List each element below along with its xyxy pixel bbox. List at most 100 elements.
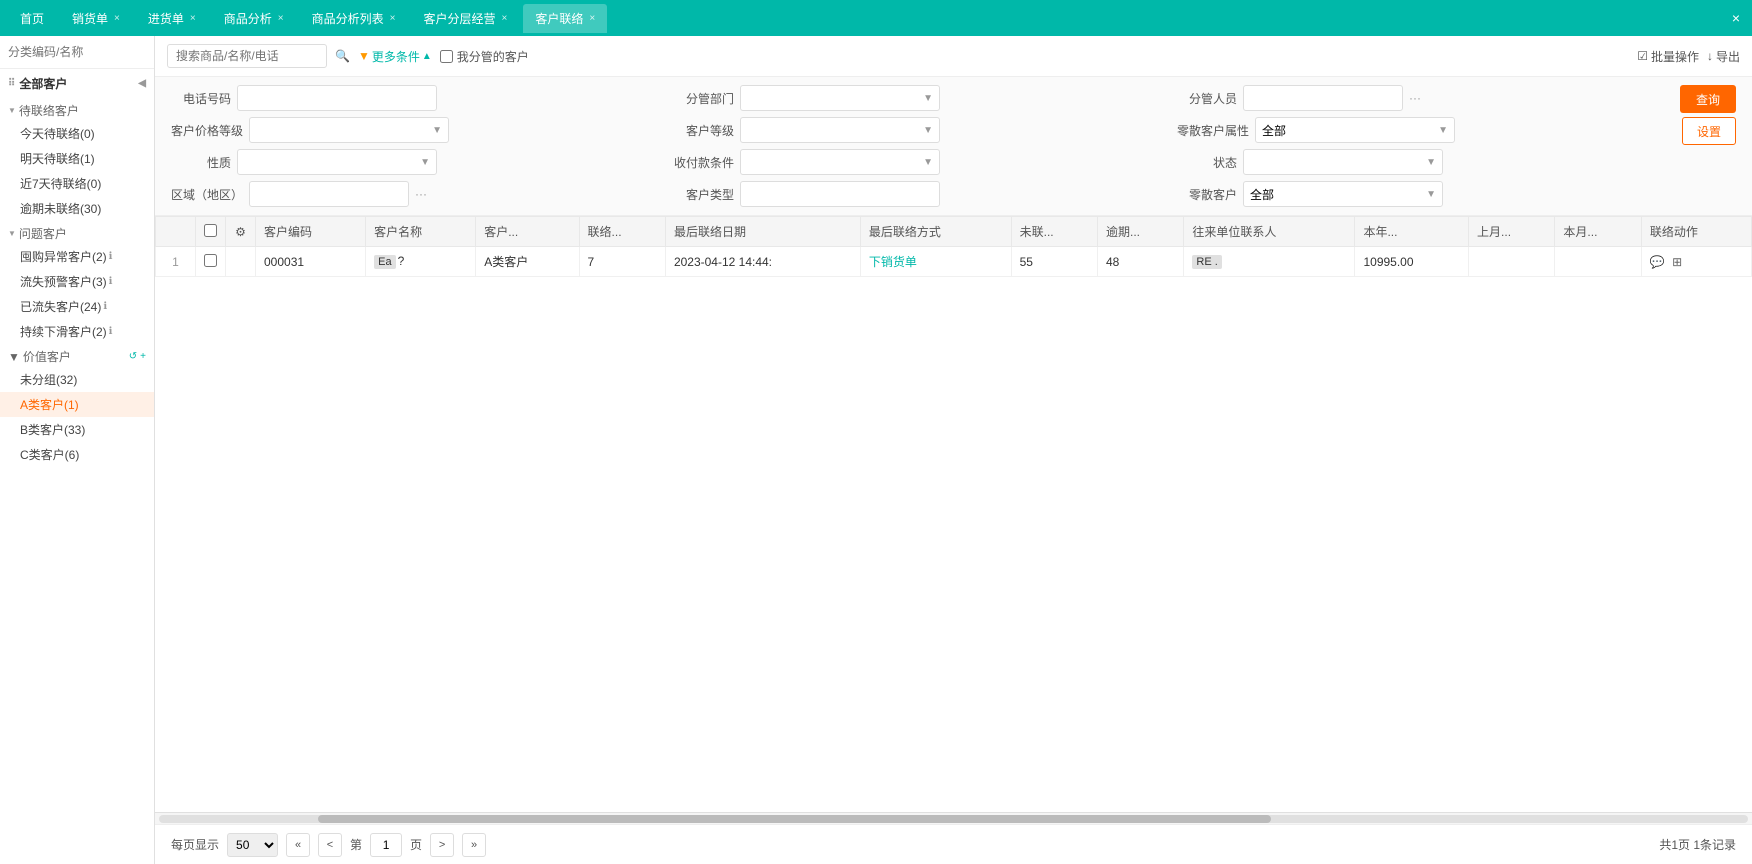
select-all-checkbox[interactable] xyxy=(204,224,217,237)
bulk-action-btn[interactable]: ☑ 批量操作 xyxy=(1637,48,1699,65)
row-checkbox[interactable] xyxy=(204,254,217,267)
sidebar-item-7days-contact[interactable]: 近7天待联络(0) xyxy=(0,171,154,196)
filter-region-input[interactable] xyxy=(249,181,409,207)
nav-sales-order-close[interactable]: × xyxy=(114,13,120,24)
filter-type-label: 客户类型 xyxy=(674,186,734,203)
sidebar-collapse-icon[interactable]: ◀ xyxy=(138,78,146,89)
sidebar-all-customers[interactable]: ⠿ 全部客户 ◀ xyxy=(0,69,154,98)
nav-product-analysis-list[interactable]: 商品分析列表 × xyxy=(300,4,408,33)
col-customer-name[interactable]: 客户名称 xyxy=(366,217,476,247)
col-index xyxy=(156,217,196,247)
sidebar-item-overdue-contact[interactable]: 逾期未联络(30) xyxy=(0,196,154,221)
nav-home[interactable]: 首页 xyxy=(8,4,56,33)
col-checkbox[interactable] xyxy=(196,217,226,247)
row-gear[interactable] xyxy=(226,247,256,277)
filter-search-icon[interactable]: 🔍 xyxy=(335,49,350,63)
sidebar-item-churned[interactable]: 已流失客户(24) ℹ xyxy=(0,294,154,319)
nav-purchase-order-close[interactable]: × xyxy=(190,13,196,24)
sidebar-group-value[interactable]: ▼ 价值客户 ↺ + xyxy=(0,344,154,367)
sidebar-item-churn-warning[interactable]: 流失预警客户(3) ℹ xyxy=(0,269,154,294)
sidebar-item-c-class[interactable]: C类客户(6) xyxy=(0,442,154,467)
action-grid-icon[interactable]: ⊞ xyxy=(1672,255,1682,269)
top-nav: 首页 销货单 × 进货单 × 商品分析 × 商品分析列表 × 客户分层经营 × … xyxy=(0,0,1752,36)
per-page-select[interactable]: 50 20 100 xyxy=(227,833,278,857)
filter-field-department: 分管部门 ▼ xyxy=(674,85,1169,111)
sidebar-item-abnormal[interactable]: 囤购异常客户(2) ℹ xyxy=(0,244,154,269)
filter-retail-attr-select[interactable]: 全部▼ xyxy=(1255,117,1455,143)
my-customers-checkbox-label[interactable]: 我分管的客户 xyxy=(440,48,529,65)
filter-level-select[interactable]: ▼ xyxy=(740,117,940,143)
sidebar-item-today-contact[interactable]: 今天待联络(0) xyxy=(0,121,154,146)
col-customer-type[interactable]: 客户... xyxy=(476,217,579,247)
next-page-btn[interactable]: > xyxy=(430,833,454,857)
col-customer-code[interactable]: 客户编码 xyxy=(256,217,366,247)
filter-field-retail: 零散客户 全部▼ xyxy=(1177,181,1672,207)
row-actions: 💬 ⊞ xyxy=(1641,247,1751,277)
sidebar-item-tomorrow-contact[interactable]: 明天待联络(1) xyxy=(0,146,154,171)
nav-customer-contact-close[interactable]: × xyxy=(589,13,595,24)
nav-product-analysis[interactable]: 商品分析 × xyxy=(212,4,296,33)
filter-retail-attr-label: 零散客户属性 xyxy=(1177,122,1249,139)
filter-manager-dots[interactable]: ··· xyxy=(1409,91,1421,105)
filter-field-nature: 性质 ▼ xyxy=(171,149,666,175)
col-last-month[interactable]: 上月... xyxy=(1469,217,1555,247)
row-last-contact-date: 2023-04-12 14:44: xyxy=(665,247,860,277)
filter-region-dots[interactable]: ··· xyxy=(415,187,427,201)
nav-purchase-order[interactable]: 进货单 × xyxy=(136,4,208,33)
nav-close-all[interactable]: × xyxy=(1732,10,1740,26)
sidebar-item-declining[interactable]: 持续下滑客户(2) ℹ xyxy=(0,319,154,344)
nav-product-analysis-list-close[interactable]: × xyxy=(390,13,396,24)
nav-sales-order[interactable]: 销货单 × xyxy=(60,4,132,33)
sidebar-item-b-class[interactable]: B类客户(33) xyxy=(0,417,154,442)
last-contact-link[interactable]: 下销货单 xyxy=(869,255,917,269)
filter-more-btn[interactable]: ▼ 更多条件 ▲ xyxy=(358,48,432,65)
row-checkbox-cell[interactable] xyxy=(196,247,226,277)
query-button[interactable]: 查询 xyxy=(1680,85,1736,113)
nav-customer-contact[interactable]: 客户联络 × xyxy=(523,4,607,33)
filter-dept-select[interactable]: ▼ xyxy=(740,85,940,111)
sidebar-add-icon[interactable]: + xyxy=(140,351,146,362)
sidebar-group-problem[interactable]: ▼ 问题客户 xyxy=(0,221,154,244)
bottom-scrollbar[interactable] xyxy=(155,812,1752,824)
col-overdue[interactable]: 逾期... xyxy=(1098,217,1184,247)
nav-customer-segment-close[interactable]: × xyxy=(501,13,507,24)
action-chat-icon[interactable]: 💬 xyxy=(1650,255,1665,269)
filter-status-label: 状态 xyxy=(1177,154,1237,171)
col-uncontacted[interactable]: 未联... xyxy=(1011,217,1097,247)
first-page-btn[interactable]: « xyxy=(286,833,310,857)
filter-payment-select[interactable]: ▼ xyxy=(740,149,940,175)
col-last-contact-date[interactable]: 最后联络日期 xyxy=(665,217,860,247)
col-company-contact[interactable]: 往来单位联系人 xyxy=(1184,217,1355,247)
export-btn[interactable]: ↓ 导出 xyxy=(1707,48,1740,65)
filter-dept-label: 分管部门 xyxy=(674,90,734,107)
last-page-btn[interactable]: » xyxy=(462,833,486,857)
nav-product-analysis-close[interactable]: × xyxy=(278,13,284,24)
sidebar-refresh-icon[interactable]: ↺ xyxy=(129,351,137,362)
my-customers-checkbox[interactable] xyxy=(440,50,453,63)
sidebar-item-unclassified[interactable]: 未分组(32) xyxy=(0,367,154,392)
col-this-month[interactable]: 本月... xyxy=(1555,217,1641,247)
filter-nature-select[interactable]: ▼ xyxy=(237,149,437,175)
col-contact-count[interactable]: 联络... xyxy=(579,217,665,247)
filter-manager-input[interactable] xyxy=(1243,85,1403,111)
pagination-bar: 每页显示 50 20 100 « < 第 页 > » 共1页 1条记录 xyxy=(155,824,1752,864)
filter-phone-input[interactable] xyxy=(237,85,437,111)
settings-button[interactable]: 设置 xyxy=(1682,117,1736,145)
sidebar-search-input[interactable] xyxy=(8,45,155,59)
sidebar-group-pending[interactable]: ▼ 待联络客户 xyxy=(0,98,154,121)
page-input[interactable] xyxy=(370,833,402,857)
filter-search-input[interactable] xyxy=(167,44,327,68)
filter-type-input[interactable] xyxy=(740,181,940,207)
filter-price-select[interactable]: ▼ xyxy=(249,117,449,143)
col-last-contact-method[interactable]: 最后联络方式 xyxy=(860,217,1011,247)
prev-page-btn[interactable]: < xyxy=(318,833,342,857)
col-gear[interactable]: ⚙ xyxy=(226,217,256,247)
main-layout: 🔍 ⠿ 全部客户 ◀ ▼ 待联络客户 今天待联络(0) 明天待联络(1) 近7天… xyxy=(0,36,1752,864)
nav-customer-segment[interactable]: 客户分层经营 × xyxy=(411,4,519,33)
filter-status-select[interactable]: ▼ xyxy=(1243,149,1443,175)
row-last-contact-method[interactable]: 下销货单 xyxy=(860,247,1011,277)
sidebar-item-a-class[interactable]: A类客户(1) xyxy=(0,392,154,417)
filter-retail-select[interactable]: 全部▼ xyxy=(1243,181,1443,207)
filter-field-status: 状态 ▼ xyxy=(1177,149,1672,175)
col-this-year[interactable]: 本年... xyxy=(1355,217,1469,247)
